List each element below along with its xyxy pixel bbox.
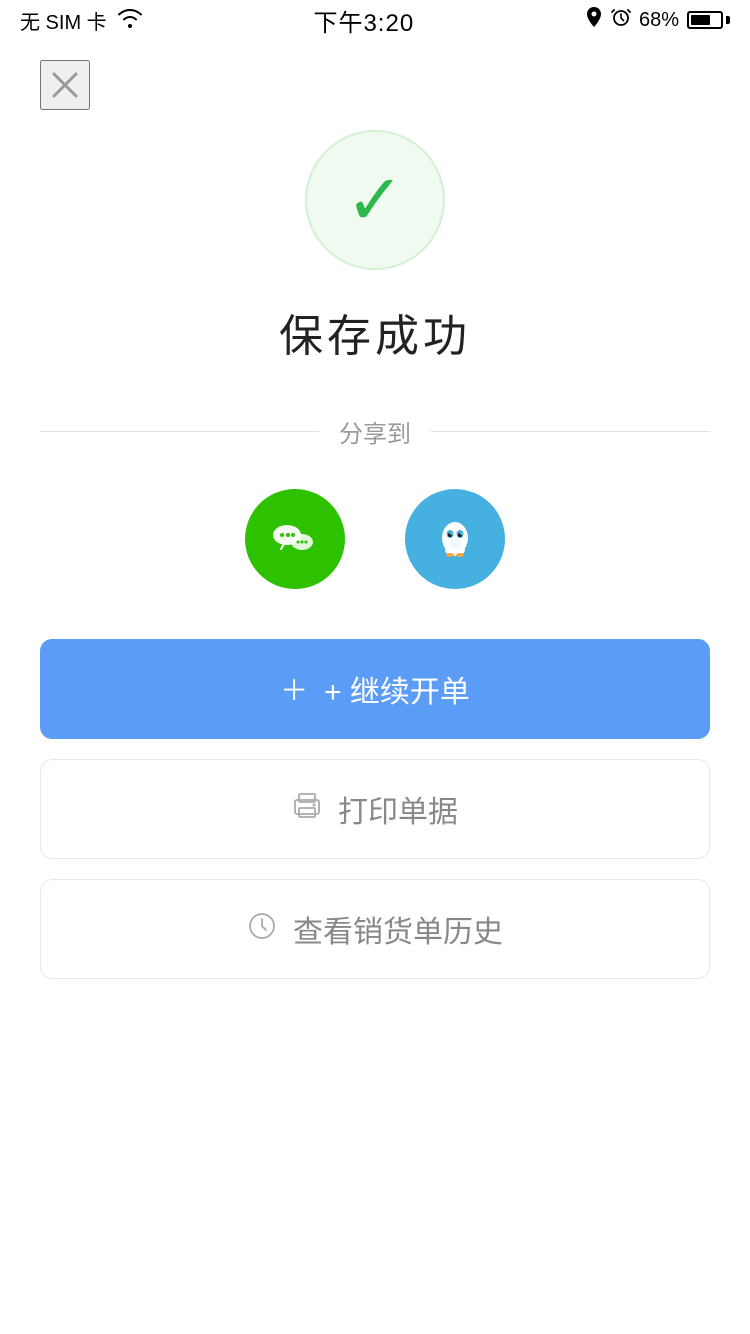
page-content: ✓ 保存成功 分享到 bbox=[0, 40, 750, 1334]
checkmark-icon: ✓ bbox=[346, 165, 405, 235]
continue-button[interactable]: ＋ + 继续开单 bbox=[40, 639, 710, 739]
history-button[interactable]: 查看销货单历史 bbox=[40, 879, 710, 979]
success-circle: ✓ bbox=[305, 130, 445, 270]
print-button[interactable]: 打印单据 bbox=[40, 759, 710, 859]
status-left: 无 SIM 卡 bbox=[20, 6, 143, 35]
qq-share-button[interactable] bbox=[405, 489, 505, 589]
history-label: 查看销货单历史 bbox=[293, 907, 503, 951]
wifi-icon bbox=[117, 6, 143, 34]
alarm-icon bbox=[611, 6, 631, 34]
battery-icon bbox=[687, 11, 730, 29]
history-icon bbox=[247, 911, 277, 948]
wechat-icon bbox=[266, 510, 324, 568]
print-label: 打印单据 bbox=[338, 787, 458, 831]
share-label: 分享到 bbox=[339, 414, 411, 449]
plus-icon: ＋ bbox=[280, 669, 308, 709]
qq-icon bbox=[426, 510, 484, 568]
wechat-share-button[interactable] bbox=[245, 489, 345, 589]
print-icon bbox=[292, 792, 322, 827]
share-icons bbox=[40, 489, 710, 589]
share-section: 分享到 bbox=[40, 414, 710, 589]
carrier-label: 无 SIM 卡 bbox=[20, 6, 107, 35]
continue-label: + 继续开单 bbox=[324, 667, 470, 711]
status-bar: 无 SIM 卡 下午3:20 68% bbox=[0, 0, 750, 40]
close-button[interactable] bbox=[40, 60, 90, 110]
share-divider: 分享到 bbox=[40, 414, 710, 449]
status-time: 下午3:20 bbox=[313, 3, 414, 38]
status-right: 68% bbox=[585, 6, 730, 34]
success-title: 保存成功 bbox=[279, 300, 471, 364]
battery-label: 68% bbox=[639, 9, 679, 32]
location-icon bbox=[585, 6, 603, 34]
action-buttons: ＋ + 继续开单 打印单据 查看销货单历史 bbox=[40, 639, 710, 979]
